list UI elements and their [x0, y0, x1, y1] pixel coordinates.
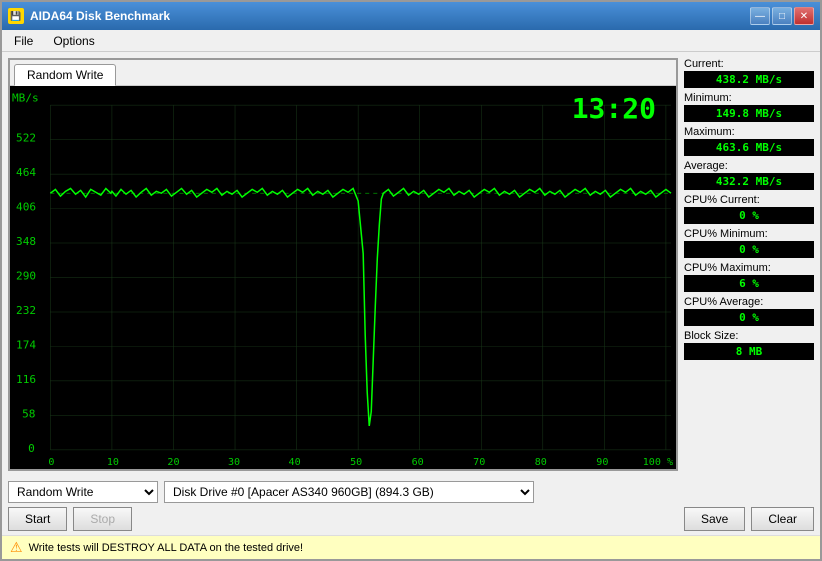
- controls-row1: Random Write Sequential Write Random Rea…: [8, 481, 814, 503]
- controls-left: Start Stop: [8, 507, 132, 531]
- warning-icon: ⚠: [10, 539, 23, 556]
- start-button[interactable]: Start: [8, 507, 67, 531]
- stat-cpu-maximum: CPU% Maximum: 6 %: [684, 262, 814, 292]
- window-title: AIDA64 Disk Benchmark: [30, 9, 170, 23]
- y-label-406: 406: [16, 201, 36, 214]
- stat-average: Average: 432.2 MB/s: [684, 160, 814, 190]
- save-button[interactable]: Save: [684, 507, 745, 531]
- y-label-348: 348: [16, 235, 36, 248]
- stat-cpu-current: CPU% Current: 0 %: [684, 194, 814, 224]
- stat-current: Current: 438.2 MB/s: [684, 58, 814, 88]
- y-label-464: 464: [16, 166, 36, 179]
- minimize-button[interactable]: —: [750, 7, 770, 25]
- x-label-70: 70: [473, 457, 485, 468]
- title-bar-left: 💾 AIDA64 Disk Benchmark: [8, 8, 170, 24]
- cpu-minimum-value: 0 %: [684, 241, 814, 258]
- average-value: 432.2 MB/s: [684, 173, 814, 190]
- main-window: 💾 AIDA64 Disk Benchmark — □ ✕ File Optio…: [0, 0, 822, 561]
- bottom-controls: Random Write Sequential Write Random Rea…: [2, 477, 820, 535]
- current-label: Current:: [684, 58, 814, 70]
- chart-time: 13:20: [572, 92, 656, 125]
- x-label-90: 90: [596, 457, 608, 468]
- clear-button[interactable]: Clear: [751, 507, 814, 531]
- warning-bar: ⚠ Write tests will DESTROY ALL DATA on t…: [2, 535, 820, 559]
- cpu-maximum-label: CPU% Maximum:: [684, 262, 814, 274]
- x-label-10: 10: [107, 457, 119, 468]
- x-label-50: 50: [350, 457, 362, 468]
- x-label-20: 20: [167, 457, 179, 468]
- stat-block-size: Block Size: 8 MB: [684, 330, 814, 360]
- x-label-40: 40: [289, 457, 301, 468]
- stop-button[interactable]: Stop: [73, 507, 132, 531]
- tab-random-write[interactable]: Random Write: [14, 64, 116, 86]
- controls-row2: Start Stop Save Clear: [8, 507, 814, 531]
- controls-right: Save Clear: [684, 507, 814, 531]
- y-label-58: 58: [22, 408, 35, 421]
- y-label-290: 290: [16, 270, 36, 283]
- menu-file[interactable]: File: [6, 32, 41, 50]
- x-label-60: 60: [412, 457, 424, 468]
- y-label-522: 522: [16, 132, 36, 145]
- cpu-current-value: 0 %: [684, 207, 814, 224]
- y-label-mbps: MB/s: [12, 92, 39, 105]
- cpu-maximum-value: 6 %: [684, 275, 814, 292]
- chart-area: Random Write 13:20: [8, 58, 678, 471]
- cpu-current-label: CPU% Current:: [684, 194, 814, 206]
- cpu-average-value: 0 %: [684, 309, 814, 326]
- minimum-value: 149.8 MB/s: [684, 105, 814, 122]
- close-button[interactable]: ✕: [794, 7, 814, 25]
- menu-bar: File Options: [2, 30, 820, 52]
- stat-maximum: Maximum: 463.6 MB/s: [684, 126, 814, 156]
- y-label-174: 174: [16, 339, 36, 352]
- chart-canvas: 13:20: [10, 86, 676, 469]
- chart-svg: MB/s 522 464 406 348 290 232 174 116 58 …: [10, 86, 676, 469]
- app-icon: 💾: [8, 8, 24, 24]
- main-content: Random Write 13:20: [2, 52, 820, 477]
- test-type-select[interactable]: Random Write Sequential Write Random Rea…: [8, 481, 158, 503]
- x-label-80: 80: [535, 457, 547, 468]
- cpu-minimum-label: CPU% Minimum:: [684, 228, 814, 240]
- maximum-value: 463.6 MB/s: [684, 139, 814, 156]
- minimum-label: Minimum:: [684, 92, 814, 104]
- tab-bar: Random Write: [10, 60, 676, 86]
- stat-cpu-minimum: CPU% Minimum: 0 %: [684, 228, 814, 258]
- title-bar: 💾 AIDA64 Disk Benchmark — □ ✕: [2, 2, 820, 30]
- x-label-30: 30: [228, 457, 240, 468]
- cpu-average-label: CPU% Average:: [684, 296, 814, 308]
- current-value: 438.2 MB/s: [684, 71, 814, 88]
- block-size-value: 8 MB: [684, 343, 814, 360]
- y-label-116: 116: [16, 373, 36, 386]
- warning-text: Write tests will DESTROY ALL DATA on the…: [29, 542, 304, 554]
- menu-options[interactable]: Options: [45, 32, 102, 50]
- maximum-label: Maximum:: [684, 126, 814, 138]
- maximize-button[interactable]: □: [772, 7, 792, 25]
- x-label-100: 100 %: [643, 457, 673, 468]
- stat-minimum: Minimum: 149.8 MB/s: [684, 92, 814, 122]
- y-label-232: 232: [16, 304, 36, 317]
- x-label-0: 0: [48, 457, 54, 468]
- disk-select[interactable]: Disk Drive #0 [Apacer AS340 960GB] (894.…: [164, 481, 534, 503]
- block-size-label: Block Size:: [684, 330, 814, 342]
- right-panel: Current: 438.2 MB/s Minimum: 149.8 MB/s …: [684, 58, 814, 471]
- stat-cpu-average: CPU% Average: 0 %: [684, 296, 814, 326]
- title-controls: — □ ✕: [750, 7, 814, 25]
- average-label: Average:: [684, 160, 814, 172]
- y-label-0: 0: [28, 442, 35, 455]
